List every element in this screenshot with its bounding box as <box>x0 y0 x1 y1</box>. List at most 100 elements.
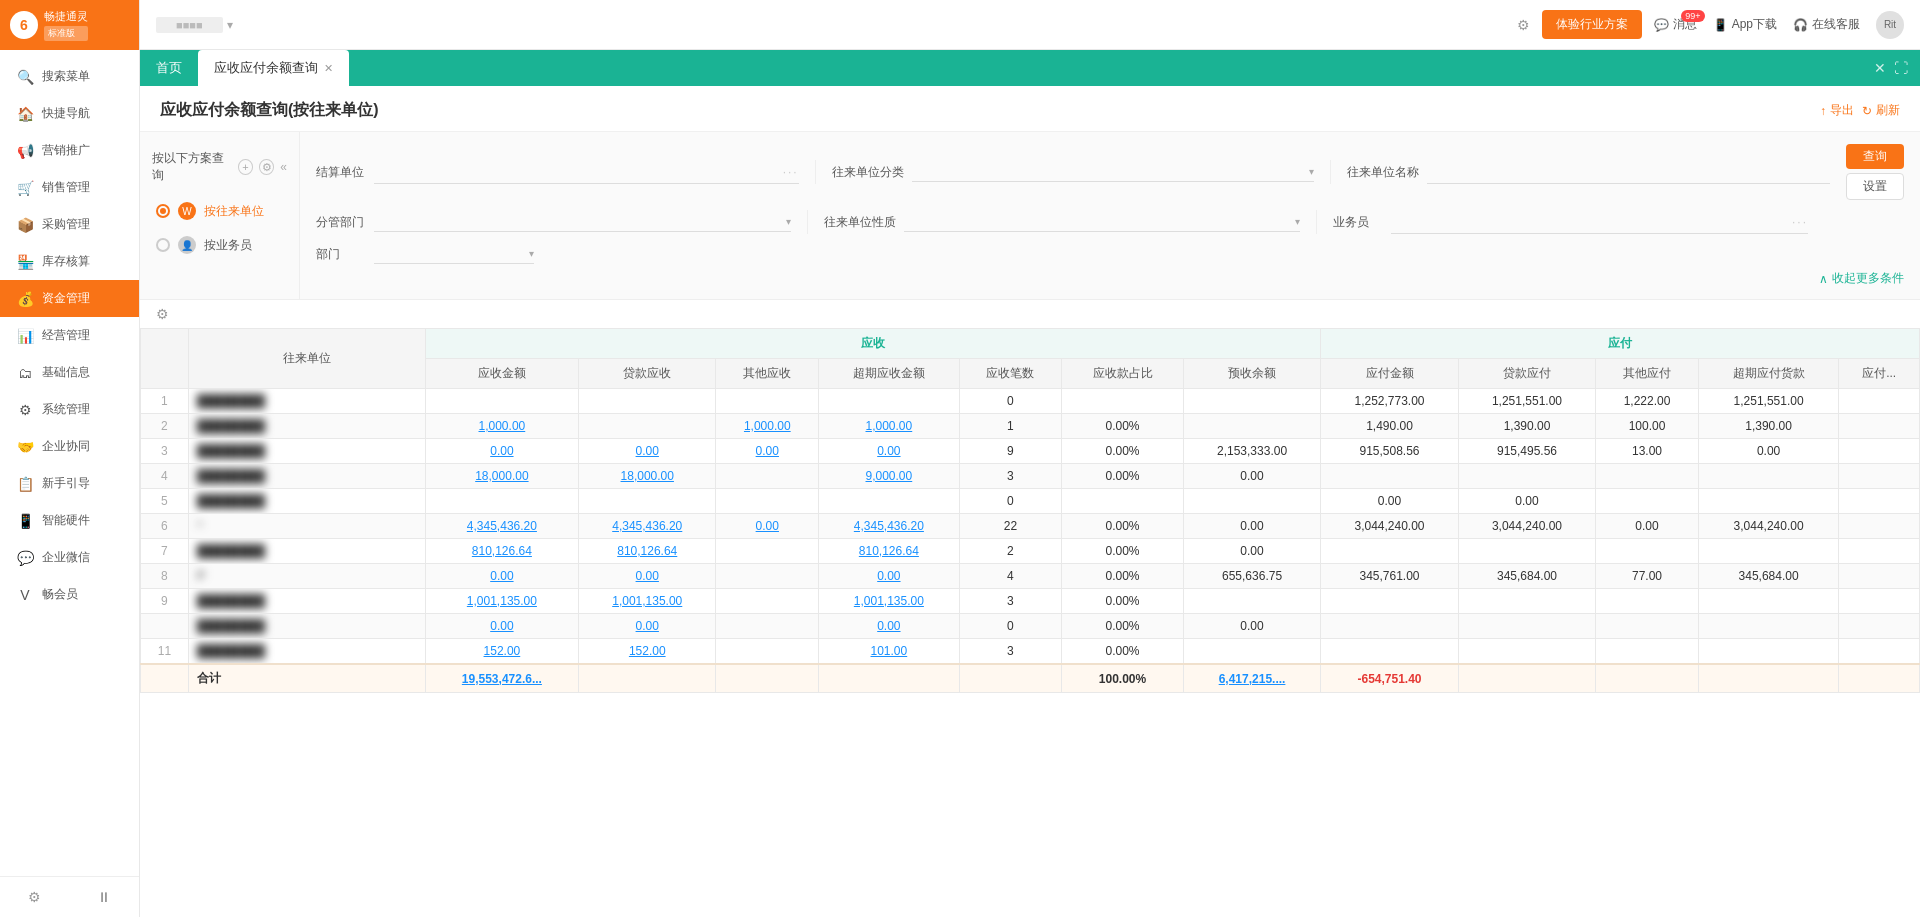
sidebar-item-sales[interactable]: 🛒销售管理 <box>0 169 139 206</box>
cell-loan_recv[interactable]: 1,001,135.00 <box>579 589 716 614</box>
th-overdue-pay: 超期应付货款 <box>1698 359 1839 389</box>
header-settings-icon[interactable]: ⚙ <box>1517 17 1530 33</box>
cell-overdue_recv[interactable]: 4,345,436.20 <box>819 514 960 539</box>
cell-overdue_recv[interactable]: 101.00 <box>819 639 960 665</box>
cell-overdue_recv[interactable]: 0.00 <box>819 614 960 639</box>
cell-recv_amount[interactable]: 0.00 <box>425 614 578 639</box>
table-row: 6^4,345,436.204,345,436.200.004,345,436.… <box>141 514 1920 539</box>
filter-collapse-btn[interactable]: « <box>280 160 287 174</box>
sidebar-item-hardware[interactable]: 📱智能硬件 <box>0 502 139 539</box>
salesman-input[interactable]: ··· <box>1391 211 1808 234</box>
customer-service-btn[interactable]: 🎧 在线客服 <box>1793 16 1860 33</box>
sidebar-item-member[interactable]: V畅会员 <box>0 576 139 613</box>
cell-recv_amount[interactable]: 0.00 <box>425 439 578 464</box>
messages-btn[interactable]: 💬 消息 99+ <box>1654 16 1697 33</box>
filter-option-salesman[interactable]: 👤 按业务员 <box>140 228 299 262</box>
total-pay-more <box>1839 664 1920 693</box>
user-avatar[interactable]: Rit <box>1876 11 1904 39</box>
sidebar-item-search[interactable]: 🔍搜索菜单 <box>0 58 139 95</box>
set-button[interactable]: 设置 <box>1846 173 1904 200</box>
cell-recv_amount[interactable]: 1,000.00 <box>425 414 578 439</box>
sidebar-item-purchase[interactable]: 📦采购管理 <box>0 206 139 243</box>
sidebar-item-finance[interactable]: 💰资金管理 <box>0 280 139 317</box>
trial-button[interactable]: 体验行业方案 <box>1542 10 1642 39</box>
cell-overdue_recv[interactable]: 1,001,135.00 <box>819 589 960 614</box>
tab-expand-icon[interactable]: ⛶ <box>1894 60 1908 76</box>
cell-loan_recv[interactable]: 810,126.64 <box>579 539 716 564</box>
radio-salesman <box>156 238 170 252</box>
cell-recv_amount[interactable]: 18,000.00 <box>425 464 578 489</box>
sidebar-nav: 🔍搜索菜单🏠快捷导航📢营销推广🛒销售管理📦采购管理🏪库存核算💰资金管理📊经营管理… <box>0 50 139 876</box>
cell-overdue_recv[interactable]: 810,126.64 <box>819 539 960 564</box>
dept-select[interactable]: ▾ <box>374 212 791 232</box>
cell-overdue_recv <box>819 489 960 514</box>
tab-close-icon[interactable]: ✕ <box>324 62 333 75</box>
sidebar-item-inventory[interactable]: 🏪库存核算 <box>0 243 139 280</box>
cell-overdue_pay: 1,251,551.00 <box>1698 389 1839 414</box>
tab-close-window-icon[interactable]: ✕ <box>1874 60 1886 76</box>
sidebar-collapse-icon[interactable]: ⏸ <box>97 889 111 905</box>
sidebar-item-marketing[interactable]: 📢营销推广 <box>0 132 139 169</box>
cell-loan_recv[interactable]: 4,345,436.20 <box>579 514 716 539</box>
cell-other_recv[interactable]: 0.00 <box>716 439 819 464</box>
export-button[interactable]: ↑ 导出 <box>1820 102 1854 119</box>
page-content: 应收应付余额查询(按往来单位) ↑ 导出 ↻ 刷新 <box>140 86 1920 917</box>
cell-other_pay: 77.00 <box>1596 564 1699 589</box>
sidebar-item-basic[interactable]: 🗂基础信息 <box>0 354 139 391</box>
partner-name-input[interactable] <box>1427 161 1830 184</box>
cell-other_pay <box>1596 539 1699 564</box>
cell-loan_recv[interactable]: 0.00 <box>579 614 716 639</box>
filter-settings-btn[interactable]: ⚙ <box>259 159 274 175</box>
filter-option-partner[interactable]: W 按往来单位 <box>140 194 299 228</box>
refresh-button[interactable]: ↻ 刷新 <box>1862 102 1900 119</box>
cell-other_recv[interactable]: 0.00 <box>716 514 819 539</box>
sidebar-settings-icon[interactable]: ⚙ <box>28 889 41 905</box>
cell-partner-name: ████████ <box>188 414 425 439</box>
collapse-more-btn[interactable]: ∧ 收起更多条件 <box>1819 270 1904 287</box>
cell-partner-name: ████████ <box>188 639 425 665</box>
category-select[interactable]: ▾ <box>912 162 1315 182</box>
sidebar-item-quick[interactable]: 🏠快捷导航 <box>0 95 139 132</box>
cell-loan_recv[interactable]: 18,000.00 <box>579 464 716 489</box>
cell-pay_amount <box>1321 639 1458 665</box>
cell-recv_amount[interactable]: 4,345,436.20 <box>425 514 578 539</box>
cell-recv_count: 0 <box>959 614 1062 639</box>
cell-overdue_recv[interactable]: 9,000.00 <box>819 464 960 489</box>
query-button[interactable]: 查询 <box>1846 144 1904 169</box>
cell-overdue_recv[interactable]: 1,000.00 <box>819 414 960 439</box>
th-pay-amount: 应付金额 <box>1321 359 1458 389</box>
salesman-icon: 👤 <box>178 236 196 254</box>
cell-loan_recv[interactable]: 152.00 <box>579 639 716 665</box>
app-download-btn[interactable]: 📱 App下载 <box>1713 16 1777 33</box>
cell-recv_ratio: 0.00% <box>1062 539 1184 564</box>
cell-prepay_balance: 2,153,333.00 <box>1183 439 1320 464</box>
sidebar-item-system[interactable]: ⚙系统管理 <box>0 391 139 428</box>
total-prepay-balance[interactable]: 6,417,215.... <box>1183 664 1320 693</box>
cell-recv_amount[interactable]: 810,126.64 <box>425 539 578 564</box>
sidebar-item-management[interactable]: 📊经营管理 <box>0 317 139 354</box>
table-settings-icon[interactable]: ⚙ <box>156 306 169 322</box>
settlement-input[interactable]: ··· <box>374 161 799 184</box>
cell-recv_amount[interactable]: 0.00 <box>425 564 578 589</box>
department-select[interactable]: ▾ <box>374 244 534 264</box>
sidebar-item-wechat[interactable]: 💬企业微信 <box>0 539 139 576</box>
cell-loan_recv[interactable]: 0.00 <box>579 564 716 589</box>
tab-balance-query[interactable]: 应收应付余额查询 ✕ <box>198 50 349 86</box>
cell-overdue_recv[interactable]: 0.00 <box>819 564 960 589</box>
cell-recv_ratio: 0.00% <box>1062 564 1184 589</box>
cell-partner-name: ████████ <box>188 589 425 614</box>
cell-loan_recv[interactable]: 0.00 <box>579 439 716 464</box>
total-recv-amount[interactable]: 19,553,472.6... <box>425 664 578 693</box>
cell-other_pay <box>1596 464 1699 489</box>
nature-select[interactable]: ▾ <box>904 212 1299 232</box>
filter-add-btn[interactable]: + <box>238 159 253 175</box>
nav-label-quick: 快捷导航 <box>42 105 90 122</box>
cell-pay_amount: 345,761.00 <box>1321 564 1458 589</box>
tab-home[interactable]: 首页 <box>140 50 198 86</box>
sidebar-item-newbie[interactable]: 📋新手引导 <box>0 465 139 502</box>
cell-recv_amount[interactable]: 1,001,135.00 <box>425 589 578 614</box>
cell-recv_amount[interactable]: 152.00 <box>425 639 578 665</box>
cell-other_recv[interactable]: 1,000.00 <box>716 414 819 439</box>
cell-overdue_recv[interactable]: 0.00 <box>819 439 960 464</box>
sidebar-item-enterprise[interactable]: 🤝企业协同 <box>0 428 139 465</box>
